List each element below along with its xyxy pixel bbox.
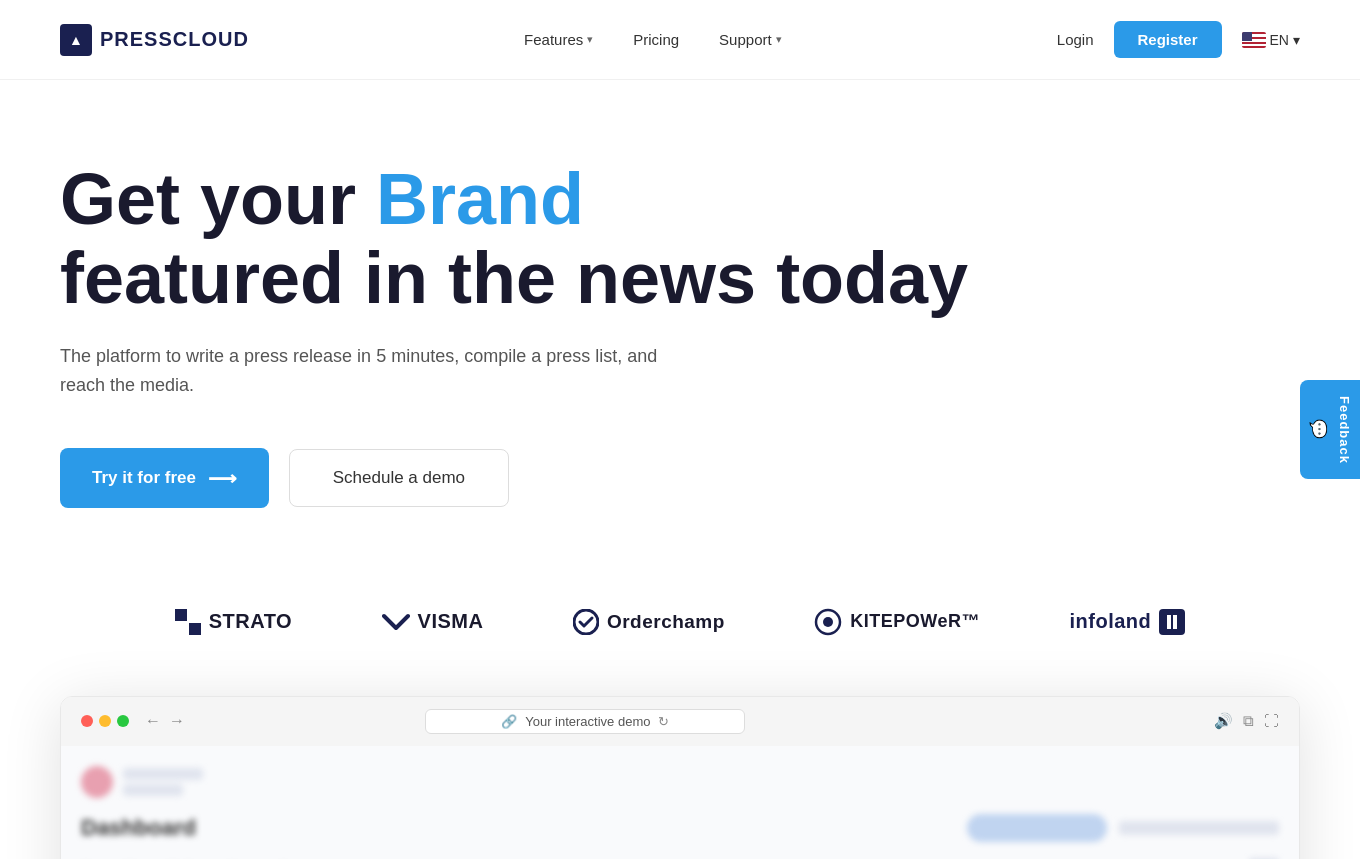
back-icon[interactable]: ← xyxy=(145,712,161,730)
logo-icon xyxy=(60,24,92,56)
feedback-label: Feedback xyxy=(1337,396,1352,464)
visma-icon xyxy=(382,612,410,632)
browser-dot-yellow xyxy=(99,715,111,727)
feedback-tab[interactable]: Feedback 💬 xyxy=(1300,380,1360,480)
svg-rect-0 xyxy=(175,609,187,621)
demo-section: ← → 🔗 Your interactive demo ↻ 🔊 ⧉ ⛶ xyxy=(60,696,1300,859)
svg-point-4 xyxy=(823,617,833,627)
visma-logo: VISMA xyxy=(382,610,484,633)
try-free-button[interactable]: Try it for free ⟶ xyxy=(60,448,269,508)
kitepower-icon xyxy=(814,608,842,636)
forward-icon[interactable]: → xyxy=(169,712,185,730)
browser-content: Dashboard Smart Press Release Suggestion… xyxy=(61,746,1299,859)
browser-window: ← → 🔗 Your interactive demo ↻ 🔊 ⧉ ⛶ xyxy=(60,696,1300,859)
link-icon: 🔗 xyxy=(501,714,517,729)
hero-buttons: Try it for free ⟶ Schedule a demo xyxy=(60,448,1300,508)
navbar: PRESSCLOUD Features ▾ Pricing Support ▾ … xyxy=(0,0,1360,80)
svg-rect-5 xyxy=(1159,609,1185,635)
strato-logo: STRATO xyxy=(175,609,292,635)
nav-actions: Login Register EN ▾ xyxy=(1057,21,1300,58)
browser-dot-red xyxy=(81,715,93,727)
chevron-down-icon: ▾ xyxy=(1293,32,1300,48)
demo-text-3 xyxy=(1119,821,1279,835)
demo-dashboard-title: Dashboard xyxy=(81,815,196,841)
browser-dot-green xyxy=(117,715,129,727)
register-button[interactable]: Register xyxy=(1114,21,1222,58)
demo-text-1 xyxy=(123,768,203,780)
demo-avatar xyxy=(81,766,113,798)
browser-url-bar[interactable]: 🔗 Your interactive demo ↻ xyxy=(425,709,745,734)
kitepower-logo: KITEPOWeR™ xyxy=(814,608,980,636)
hero-section: Get your Brand featured in the news toda… xyxy=(0,80,1360,859)
demo-pill-1 xyxy=(967,814,1107,842)
orderchamp-logo: Orderchamp xyxy=(573,609,725,635)
flag-icon xyxy=(1242,32,1266,48)
browser-controls: 🔊 ⧉ ⛶ xyxy=(1214,712,1279,730)
demo-content-row-1 xyxy=(81,766,1279,798)
fullscreen-icon[interactable]: ⛶ xyxy=(1264,712,1279,730)
nav-pricing[interactable]: Pricing xyxy=(633,31,679,48)
strato-icon xyxy=(175,609,201,635)
share-icon: ⧉ xyxy=(1243,712,1254,730)
logo-link[interactable]: PRESSCLOUD xyxy=(60,24,249,56)
browser-dots xyxy=(81,715,129,727)
schedule-demo-button[interactable]: Schedule a demo xyxy=(289,449,509,507)
nav-support[interactable]: Support ▾ xyxy=(719,31,782,48)
brand-word: Brand xyxy=(376,159,584,239)
arrow-right-icon: ⟶ xyxy=(208,466,237,490)
svg-rect-1 xyxy=(189,623,201,635)
volume-icon: 🔊 xyxy=(1214,712,1233,730)
refresh-icon: ↻ xyxy=(658,714,669,729)
chevron-down-icon: ▾ xyxy=(776,33,782,46)
browser-bar: ← → 🔗 Your interactive demo ↻ 🔊 ⧉ ⛶ xyxy=(61,697,1299,746)
chevron-down-icon: ▾ xyxy=(587,33,593,46)
infoland-logo: infoland xyxy=(1070,609,1186,635)
svg-rect-6 xyxy=(1167,615,1171,629)
feedback-icon: 💬 xyxy=(1308,420,1328,439)
logo-text: PRESSCLOUD xyxy=(100,28,249,51)
hero-subheadline: The platform to write a press release in… xyxy=(60,342,660,400)
infoland-icon xyxy=(1159,609,1185,635)
demo-content-row-2: Dashboard xyxy=(81,814,1279,842)
demo-text-2 xyxy=(123,784,183,796)
login-button[interactable]: Login xyxy=(1057,31,1094,48)
language-selector[interactable]: EN ▾ xyxy=(1242,32,1300,48)
partner-logos: STRATO VISMA Orderchamp KITEPOWeR™ xyxy=(130,588,1230,696)
svg-rect-7 xyxy=(1173,615,1177,629)
nav-links: Features ▾ Pricing Support ▾ xyxy=(524,31,782,48)
orderchamp-icon xyxy=(573,609,599,635)
hero-headline: Get your Brand featured in the news toda… xyxy=(60,160,1300,318)
browser-nav: ← → xyxy=(145,712,185,730)
nav-features[interactable]: Features ▾ xyxy=(524,31,593,48)
